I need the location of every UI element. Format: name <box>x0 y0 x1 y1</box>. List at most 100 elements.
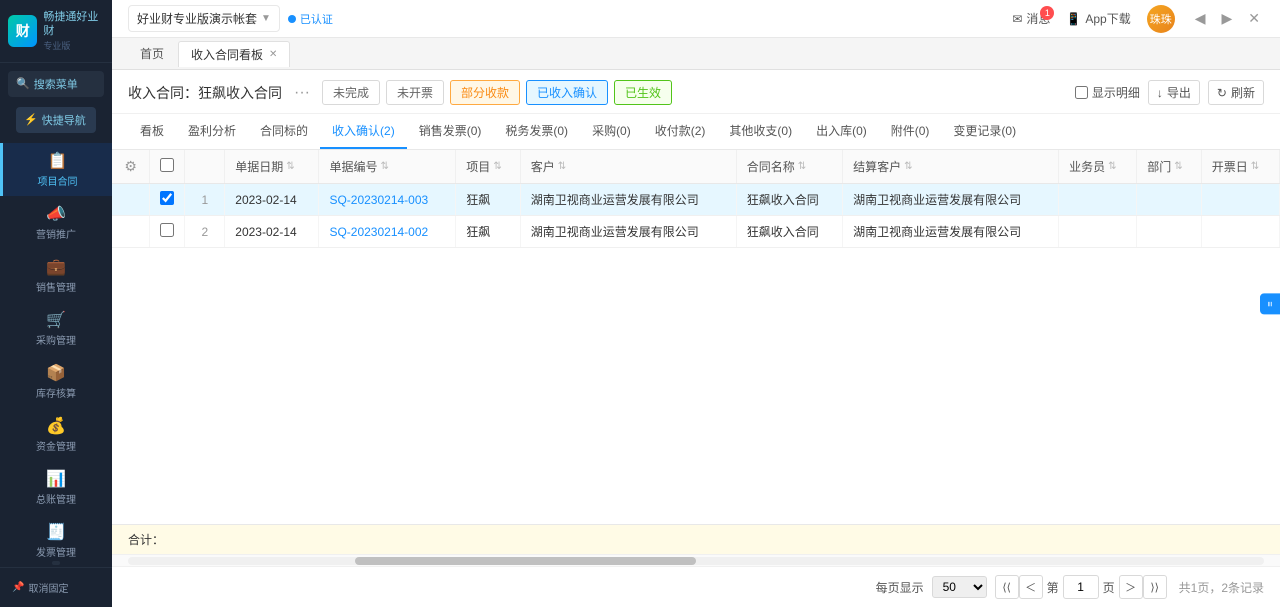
tab-nav-warehouse[interactable]: 出入库(0) <box>804 114 879 149</box>
total-label: 合计： <box>128 533 164 547</box>
per-page-select[interactable]: 2050100 <box>932 576 987 598</box>
unpin-button[interactable]: 📌 取消固定 <box>8 576 104 599</box>
message-button[interactable]: ✉ 1 消息 <box>1012 10 1050 27</box>
sidebar-label-purchase: 采购管理 <box>36 332 76 347</box>
row-docno-link[interactable]: SQ-20230214-002 <box>329 225 428 239</box>
tab-nav-sales-invoice[interactable]: 销售发票(0) <box>407 114 494 149</box>
row-closing-customer: 湖南卫视商业运营发展有限公司 <box>843 216 1059 248</box>
show-detail-checkbox-input[interactable] <box>1075 86 1088 99</box>
export-button[interactable]: ↓ 导出 <box>1148 80 1200 105</box>
sort-customer-icon[interactable]: ⇅ <box>558 161 566 172</box>
pin-icon: 📌 <box>12 582 24 593</box>
horizontal-scrollbar[interactable] <box>112 554 1280 566</box>
tab-nav-change-log[interactable]: 变更记录(0) <box>941 114 1028 149</box>
tab-nav-other-income[interactable]: 其他收支(0) <box>717 114 804 149</box>
scrollbar-thumb[interactable] <box>355 557 696 565</box>
tab-nav-attachment[interactable]: 附件(0) <box>879 114 942 149</box>
search-icon: 🔍 <box>16 77 30 90</box>
row-contract-name: 狂飙收入合同 <box>736 184 842 216</box>
sidebar-item-inventory[interactable]: 📦 库存核算 <box>0 355 112 408</box>
window-close-button[interactable]: ✕ <box>1244 8 1264 29</box>
tab-close-income-contract[interactable]: ✕ <box>269 49 277 60</box>
row-settings-cell <box>112 184 150 216</box>
more-options-button[interactable]: ··· <box>294 84 310 102</box>
tab-nav-purchase[interactable]: 采购(0) <box>580 114 643 149</box>
sidebar-item-project-contract[interactable]: 📋 项目合同 <box>0 143 112 196</box>
row-open-date <box>1201 184 1279 216</box>
status-btn-0[interactable]: 未完成 <box>322 80 380 105</box>
quick-nav-icon: ⚡ <box>24 113 38 126</box>
tab-nav-tax-invoice[interactable]: 税务发票(0) <box>493 114 580 149</box>
col-salesperson-header: 业务员⇅ <box>1059 150 1137 184</box>
show-detail-toggle[interactable]: 显示明细 <box>1075 84 1140 101</box>
table-row[interactable]: 2 2023-02-14 SQ-20230214-002 狂飙 湖南卫视商业运营… <box>112 216 1280 248</box>
sort-docno-icon[interactable]: ⇅ <box>380 161 388 172</box>
tab-nav-profit[interactable]: 盈利分析 <box>176 114 248 149</box>
quick-nav-button[interactable]: ⚡ 快捷导航 <box>16 107 96 133</box>
window-back-button[interactable]: ◀ <box>1191 8 1210 29</box>
status-btn-3[interactable]: 已收入确认 <box>526 80 608 105</box>
user-avatar-button[interactable]: 珠珠 <box>1147 5 1175 33</box>
first-page-button[interactable]: ⟨⟨ <box>995 575 1019 599</box>
tab-bar: 首页收入合同看板✕ <box>112 38 1280 70</box>
tab-nav-contract-std[interactable]: 合同标的 <box>248 114 320 149</box>
table-row[interactable]: 1 2023-02-14 SQ-20230214-003 狂飙 湖南卫视商业运营… <box>112 184 1280 216</box>
sidebar-bottom: 📌 取消固定 <box>0 567 112 607</box>
table-footer: 合计： <box>112 524 1280 554</box>
status-btn-4[interactable]: 已生效 <box>614 80 672 105</box>
status-btn-2[interactable]: 部分收款 <box>450 80 520 105</box>
page-number-input[interactable] <box>1063 575 1099 599</box>
prev-page-button[interactable]: ＜ <box>1019 575 1043 599</box>
total-info: 共1页，2条记录 <box>1179 579 1264 596</box>
window-controls: ◀ ▶ ✕ <box>1191 8 1264 29</box>
tab-home[interactable]: 首页 <box>128 41 176 67</box>
sort-contractname-icon[interactable]: ⇅ <box>798 161 806 172</box>
row-contract-name: 狂飙收入合同 <box>736 216 842 248</box>
sidebar-label-marketing: 营销推广 <box>36 226 76 241</box>
right-panel-toggle[interactable]: ≡ <box>1260 293 1280 314</box>
page-header: 收入合同：狂飙收入合同 ··· 未完成未开票部分收款已收入确认已生效 显示明细 … <box>112 70 1280 114</box>
sort-department-icon[interactable]: ⇅ <box>1174 161 1182 172</box>
sidebar-menu: 📋 项目合同 📣 营销推广 💼 销售管理 🛒 采购管理 📦 库存核算 💰 资金管… <box>0 139 112 559</box>
income-confirm-table: ⚙ 单据日期⇅ 单据编号⇅ 项目⇅ <box>112 150 1280 248</box>
sort-date-icon[interactable]: ⇅ <box>286 161 294 172</box>
refresh-button[interactable]: ↻ 刷新 <box>1208 80 1264 105</box>
tab-nav-income-confirm[interactable]: 收入确认(2) <box>320 114 407 149</box>
table-container[interactable]: ⚙ 单据日期⇅ 单据编号⇅ 项目⇅ <box>112 150 1280 524</box>
sidebar-label-sales: 销售管理 <box>36 279 76 294</box>
app-download-button[interactable]: 📱 App下载 <box>1066 10 1130 27</box>
tab-income-contract[interactable]: 收入合同看板✕ <box>178 41 290 67</box>
scrollbar-track <box>128 557 1264 565</box>
company-selector-button[interactable]: 好业财专业版演示帐套 ▼ <box>128 5 280 32</box>
window-forward-button[interactable]: ▶ <box>1217 8 1236 29</box>
status-btn-1[interactable]: 未开票 <box>386 80 444 105</box>
tab-nav-kanban[interactable]: 看板 <box>128 114 176 149</box>
col-settings: ⚙ <box>112 150 150 184</box>
sidebar-item-general[interactable]: 📊 总账管理 <box>0 461 112 514</box>
row-checkbox-input[interactable] <box>160 223 174 237</box>
sidebar-search-area: 🔍 搜索菜单 <box>0 63 112 105</box>
last-page-button[interactable]: ⟩⟩ <box>1143 575 1167 599</box>
row-department <box>1137 216 1201 248</box>
sidebar-item-sales[interactable]: 💼 销售管理 <box>0 249 112 302</box>
col-department-header: 部门⇅ <box>1137 150 1201 184</box>
row-docno-link[interactable]: SQ-20230214-003 <box>329 193 428 207</box>
select-all-checkbox[interactable] <box>160 158 174 172</box>
sidebar-label-capital: 资金管理 <box>36 438 76 453</box>
sidebar-item-purchase[interactable]: 🛒 采购管理 <box>0 302 112 355</box>
tab-nav-payment[interactable]: 收付款(2) <box>643 114 718 149</box>
row-checkbox-input[interactable] <box>160 191 174 205</box>
sort-opendate-icon[interactable]: ⇅ <box>1251 161 1259 172</box>
table-settings-icon[interactable]: ⚙ <box>124 158 137 174</box>
sidebar-icon-marketing: 📣 <box>46 204 66 224</box>
top-header: 好业财专业版演示帐套 ▼ 已认证 ✉ 1 消息 📱 App下载 珠珠 <box>112 0 1280 38</box>
sidebar-item-invoice[interactable]: 🧾 发票管理 <box>0 514 112 559</box>
next-page-button[interactable]: ＞ <box>1119 575 1143 599</box>
sort-closingcustomer-icon[interactable]: ⇅ <box>904 161 912 172</box>
sort-project-icon[interactable]: ⇅ <box>493 161 501 172</box>
sidebar-label-invoice: 发票管理 <box>36 544 76 559</box>
sidebar-item-capital[interactable]: 💰 资金管理 <box>0 408 112 461</box>
sort-salesperson-icon[interactable]: ⇅ <box>1108 161 1116 172</box>
search-menu-button[interactable]: 🔍 搜索菜单 <box>8 71 104 97</box>
sidebar-item-marketing[interactable]: 📣 营销推广 <box>0 196 112 249</box>
